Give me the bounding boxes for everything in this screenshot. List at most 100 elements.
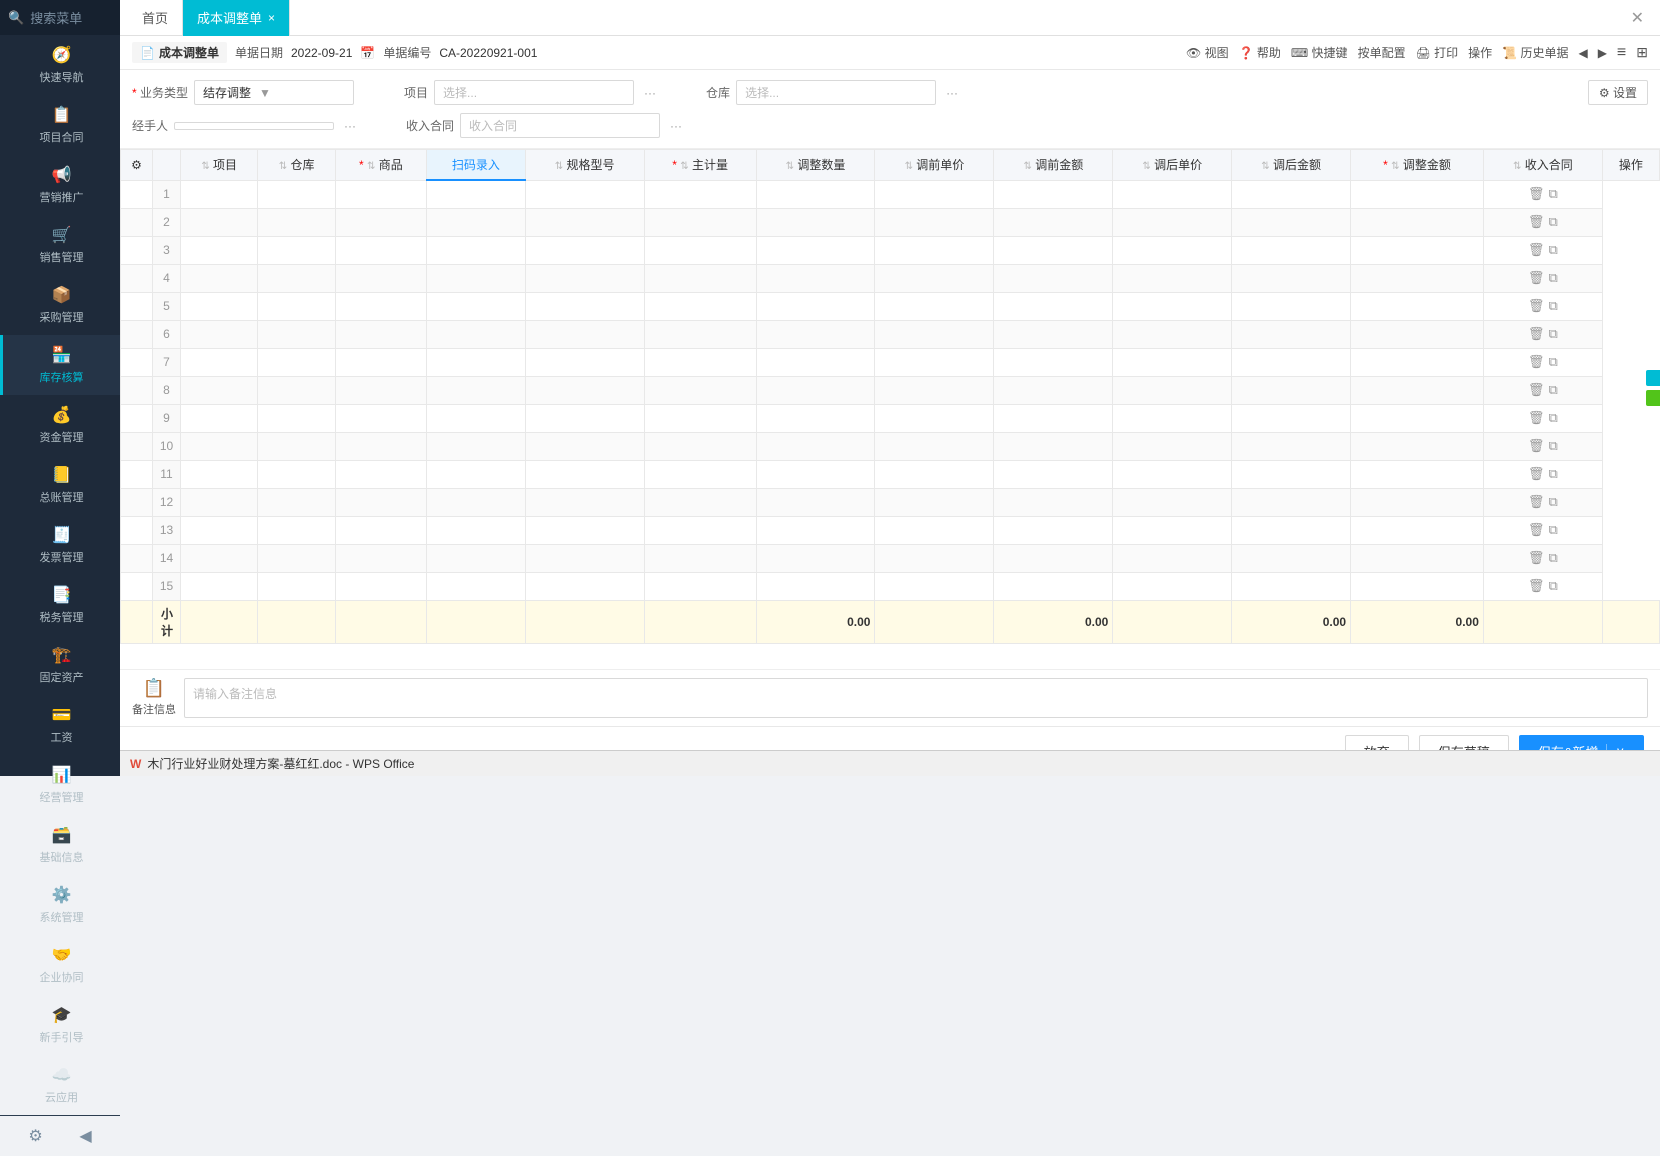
- copy-row-icon[interactable]: ⧉: [1548, 410, 1557, 425]
- delete-row-icon[interactable]: 🗑: [1528, 438, 1545, 453]
- delete-row-icon[interactable]: 🗑: [1528, 270, 1545, 285]
- action-btn[interactable]: 操作: [1468, 44, 1492, 61]
- sidebar-item-quick-nav[interactable]: 🧭 快速导航: [0, 35, 120, 95]
- sort-icon[interactable]: ⇅: [1261, 161, 1269, 172]
- sidebar-item-invoice-mgmt[interactable]: 🧾 发票管理: [0, 515, 120, 575]
- income-contract-input[interactable]: 收入合同: [460, 113, 660, 138]
- nav-prev-icon[interactable]: ◀: [1578, 46, 1587, 60]
- sidebar-search[interactable]: 🔍 搜索菜单: [0, 0, 120, 35]
- delete-row-icon[interactable]: 🗑: [1528, 326, 1545, 341]
- sidebar-item-fund-mgmt[interactable]: 💰 资金管理: [0, 395, 120, 455]
- sort-icon[interactable]: ⇅: [1142, 161, 1150, 172]
- delete-row-icon[interactable]: 🗑: [1528, 354, 1545, 369]
- sort-icon[interactable]: ⇅: [786, 161, 794, 172]
- sidebar-item-biz-collab[interactable]: 🤝 企业协同: [0, 935, 120, 995]
- sidebar-item-system-mgmt[interactable]: ⚙️ 系统管理: [0, 875, 120, 935]
- col-settings[interactable]: ⚙: [121, 150, 153, 181]
- sort-icon[interactable]: ⇅: [201, 161, 209, 172]
- sidebar-item-inventory[interactable]: 🏪 库存核算: [0, 335, 120, 395]
- copy-row-icon[interactable]: ⧉: [1548, 382, 1557, 397]
- delete-row-icon[interactable]: 🗑: [1528, 494, 1545, 509]
- copy-row-icon[interactable]: ⧉: [1548, 298, 1557, 313]
- copy-row-icon[interactable]: ⧉: [1548, 522, 1557, 537]
- help-btn[interactable]: ❓ 帮助: [1239, 44, 1281, 61]
- sidebar-item-sales-mgmt[interactable]: 🛒 销售管理: [0, 215, 120, 275]
- sidebar-item-fixed-assets[interactable]: 🏗️ 固定资产: [0, 635, 120, 695]
- handler-input[interactable]: [174, 122, 334, 130]
- copy-row-icon[interactable]: ⧉: [1548, 438, 1557, 453]
- sidebar-item-new-guide[interactable]: 🎓 新手引导: [0, 995, 120, 1055]
- sidebar-item-sales-promo[interactable]: 📢 营销推广: [0, 155, 120, 215]
- delete-row-icon[interactable]: 🗑: [1528, 298, 1545, 313]
- print-btn[interactable]: 🖨 打印: [1416, 44, 1459, 61]
- handler-more-icon[interactable]: ···: [344, 119, 356, 133]
- income-contract-more-icon[interactable]: ···: [670, 119, 682, 133]
- grid-view-icon[interactable]: ⊞: [1636, 44, 1648, 61]
- sort-icon[interactable]: ⇅: [680, 161, 688, 172]
- notes-input[interactable]: 请输入备注信息: [184, 678, 1648, 718]
- settings-button[interactable]: ⚙ 设置: [1588, 80, 1648, 105]
- sidebar-item-tax-mgmt[interactable]: 📑 税务管理: [0, 575, 120, 635]
- wps-label[interactable]: 木门行业好业财处理方案-墓红红.doc - WPS Office: [147, 755, 414, 772]
- delete-row-icon[interactable]: 🗑: [1528, 242, 1545, 257]
- tab-close-icon[interactable]: ×: [268, 11, 275, 25]
- content-area: 📄 成本调整单 单据日期 2022-09-21 📅 单据编号 CA-202209…: [120, 36, 1660, 726]
- copy-row-icon[interactable]: ⧉: [1548, 242, 1557, 257]
- doc-config-btn[interactable]: 按单配置: [1358, 44, 1406, 61]
- project-more-icon[interactable]: ···: [644, 86, 656, 100]
- sidebar-item-salary[interactable]: 💳 工资: [0, 695, 120, 755]
- shortcut-btn[interactable]: ⌨ 快捷键: [1291, 44, 1348, 61]
- delete-row-icon[interactable]: 🗑: [1528, 410, 1545, 425]
- copy-row-icon[interactable]: ⧉: [1548, 186, 1557, 201]
- history-btn[interactable]: 📜 历史单据: [1502, 44, 1568, 61]
- sidebar-item-label: 企业协同: [40, 969, 84, 985]
- warehouse-input[interactable]: 选择...: [736, 80, 936, 105]
- delete-row-icon[interactable]: 🗑: [1528, 522, 1545, 537]
- warehouse-more-icon[interactable]: ···: [946, 86, 958, 100]
- sidebar-item-cloud-app[interactable]: ☁️ 云应用: [0, 1055, 120, 1115]
- window-close-icon[interactable]: ✕: [1631, 8, 1644, 28]
- copy-row-icon[interactable]: ⧉: [1548, 270, 1557, 285]
- view-btn[interactable]: 👁 视图: [1186, 44, 1229, 61]
- sidebar-item-ledger-mgmt[interactable]: 📒 总账管理: [0, 455, 120, 515]
- sidebar-item-project-contract[interactable]: 📋 项目合同: [0, 95, 120, 155]
- tab-home[interactable]: 首页: [128, 0, 183, 36]
- sort-icon[interactable]: ⇅: [1023, 161, 1031, 172]
- delete-row-icon[interactable]: 🗑: [1528, 382, 1545, 397]
- copy-row-icon[interactable]: ⧉: [1548, 354, 1557, 369]
- copy-row-icon[interactable]: ⧉: [1548, 214, 1557, 229]
- sort-icon[interactable]: ⇅: [1513, 161, 1521, 172]
- col-scan[interactable]: 扫码录入: [427, 150, 526, 181]
- sort-icon[interactable]: ⇅: [367, 161, 375, 172]
- project-input[interactable]: 选择...: [434, 80, 634, 105]
- delete-row-icon[interactable]: 🗑: [1528, 186, 1545, 201]
- collapse-icon[interactable]: ◀: [79, 1126, 91, 1146]
- col-unit: ⇅ 主计量: [644, 150, 756, 181]
- copy-row-icon[interactable]: ⧉: [1548, 326, 1557, 341]
- sort-icon[interactable]: ⇅: [555, 161, 563, 172]
- sort-icon[interactable]: ⇅: [279, 161, 287, 172]
- delete-row-icon[interactable]: 🗑: [1528, 466, 1545, 481]
- sidebar-item-label: 云应用: [45, 1089, 78, 1105]
- delete-row-icon[interactable]: 🗑: [1528, 550, 1545, 565]
- nav-next-icon[interactable]: ▶: [1598, 46, 1607, 60]
- delete-row-icon[interactable]: 🗑: [1528, 578, 1545, 593]
- biz-type-input[interactable]: 结存调整 ▼: [194, 80, 354, 105]
- sidebar-item-basic-info[interactable]: 🗃️ 基础信息: [0, 815, 120, 875]
- copy-row-icon[interactable]: ⧉: [1548, 550, 1557, 565]
- delete-row-icon[interactable]: 🗑: [1528, 214, 1545, 229]
- right-edge-tab-2[interactable]: [1646, 390, 1660, 406]
- copy-row-icon[interactable]: ⧉: [1548, 466, 1557, 481]
- col-after-amount: ⇅ 调后金额: [1232, 150, 1351, 181]
- sort-icon[interactable]: ⇅: [1391, 161, 1399, 172]
- settings-icon[interactable]: ⚙: [28, 1126, 42, 1146]
- sidebar-item-ops-mgmt[interactable]: 📊 经营管理: [0, 755, 120, 815]
- sort-icon[interactable]: ⇅: [905, 161, 913, 172]
- copy-row-icon[interactable]: ⧉: [1548, 578, 1557, 593]
- calendar-icon[interactable]: 📅: [360, 46, 375, 60]
- tab-cost-adjust[interactable]: 成本调整单 ×: [183, 0, 290, 36]
- copy-row-icon[interactable]: ⧉: [1548, 494, 1557, 509]
- list-view-icon[interactable]: ≡: [1617, 44, 1626, 62]
- sidebar-item-purchase-mgmt[interactable]: 📦 采购管理: [0, 275, 120, 335]
- right-edge-tab-1[interactable]: [1646, 370, 1660, 386]
